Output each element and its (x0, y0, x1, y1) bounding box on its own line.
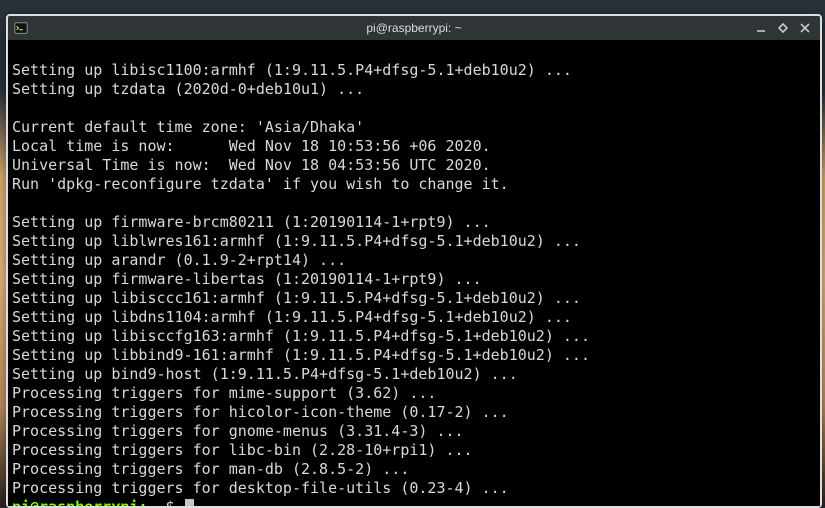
maximize-button[interactable] (776, 21, 790, 35)
terminal-line: Universal Time is now: Wed Nov 18 04:53:… (12, 156, 491, 174)
terminal-icon (14, 21, 28, 35)
terminal-line: Setting up libdns1104:armhf (1:9.11.5.P4… (12, 308, 572, 326)
terminal-window: pi@raspberrypi: ~ Setting up libisc1100:… (6, 14, 822, 508)
prompt-symbol: $ (166, 498, 184, 506)
terminal-line: Setting up firmware-libertas (1:20190114… (12, 270, 482, 288)
terminal-line: Setting up libisccc161:armhf (1:9.11.5.P… (12, 289, 581, 307)
cursor (185, 499, 194, 506)
terminal-line: Processing triggers for hicolor-icon-the… (12, 403, 509, 421)
terminal-line: Setting up liblwres161:armhf (1:9.11.5.P… (12, 232, 581, 250)
terminal-line: Setting up firmware-brcm80211 (1:2019011… (12, 213, 491, 231)
terminal-line: Current default time zone: 'Asia/Dhaka' (12, 118, 364, 136)
terminal-line: Setting up bind9-host (1:9.11.5.P4+dfsg-… (12, 365, 518, 383)
prompt-user-host: pi@raspberrypi (12, 498, 138, 506)
terminal-line: Processing triggers for desktop-file-uti… (12, 479, 509, 497)
prompt[interactable]: pi@raspberrypi:~ $ (12, 498, 816, 506)
terminal-line: Setting up libisc1100:armhf (1:9.11.5.P4… (12, 61, 572, 79)
minimize-button[interactable] (754, 21, 768, 35)
terminal-line: Run 'dpkg-reconfigure tzdata' if you wis… (12, 175, 509, 193)
prompt-colon: : (138, 498, 147, 506)
window-controls (750, 16, 816, 40)
close-button[interactable] (798, 21, 812, 35)
terminal-line: Processing triggers for man-db (2.8.5-2)… (12, 460, 409, 478)
terminal-line: Local time is now: Wed Nov 18 10:53:56 +… (12, 137, 491, 155)
terminal-line: Processing triggers for mime-support (3.… (12, 384, 436, 402)
terminal-line: Setting up libisccfg163:armhf (1:9.11.5.… (12, 327, 590, 345)
terminal-line: Processing triggers for gnome-menus (3.3… (12, 422, 464, 440)
terminal-output[interactable]: Setting up libisc1100:armhf (1:9.11.5.P4… (8, 40, 820, 506)
titlebar[interactable]: pi@raspberrypi: ~ (8, 16, 820, 40)
window-title: pi@raspberrypi: ~ (8, 21, 820, 35)
terminal-line: Setting up tzdata (2020d-0+deb10u1) ... (12, 80, 364, 98)
terminal-line: Setting up libbind9-161:armhf (1:9.11.5.… (12, 346, 590, 364)
terminal-line: Setting up arandr (0.1.9-2+rpt14) ... (12, 251, 346, 269)
terminal-line: Processing triggers for libc-bin (2.28-1… (12, 441, 473, 459)
prompt-path: ~ (147, 498, 165, 506)
